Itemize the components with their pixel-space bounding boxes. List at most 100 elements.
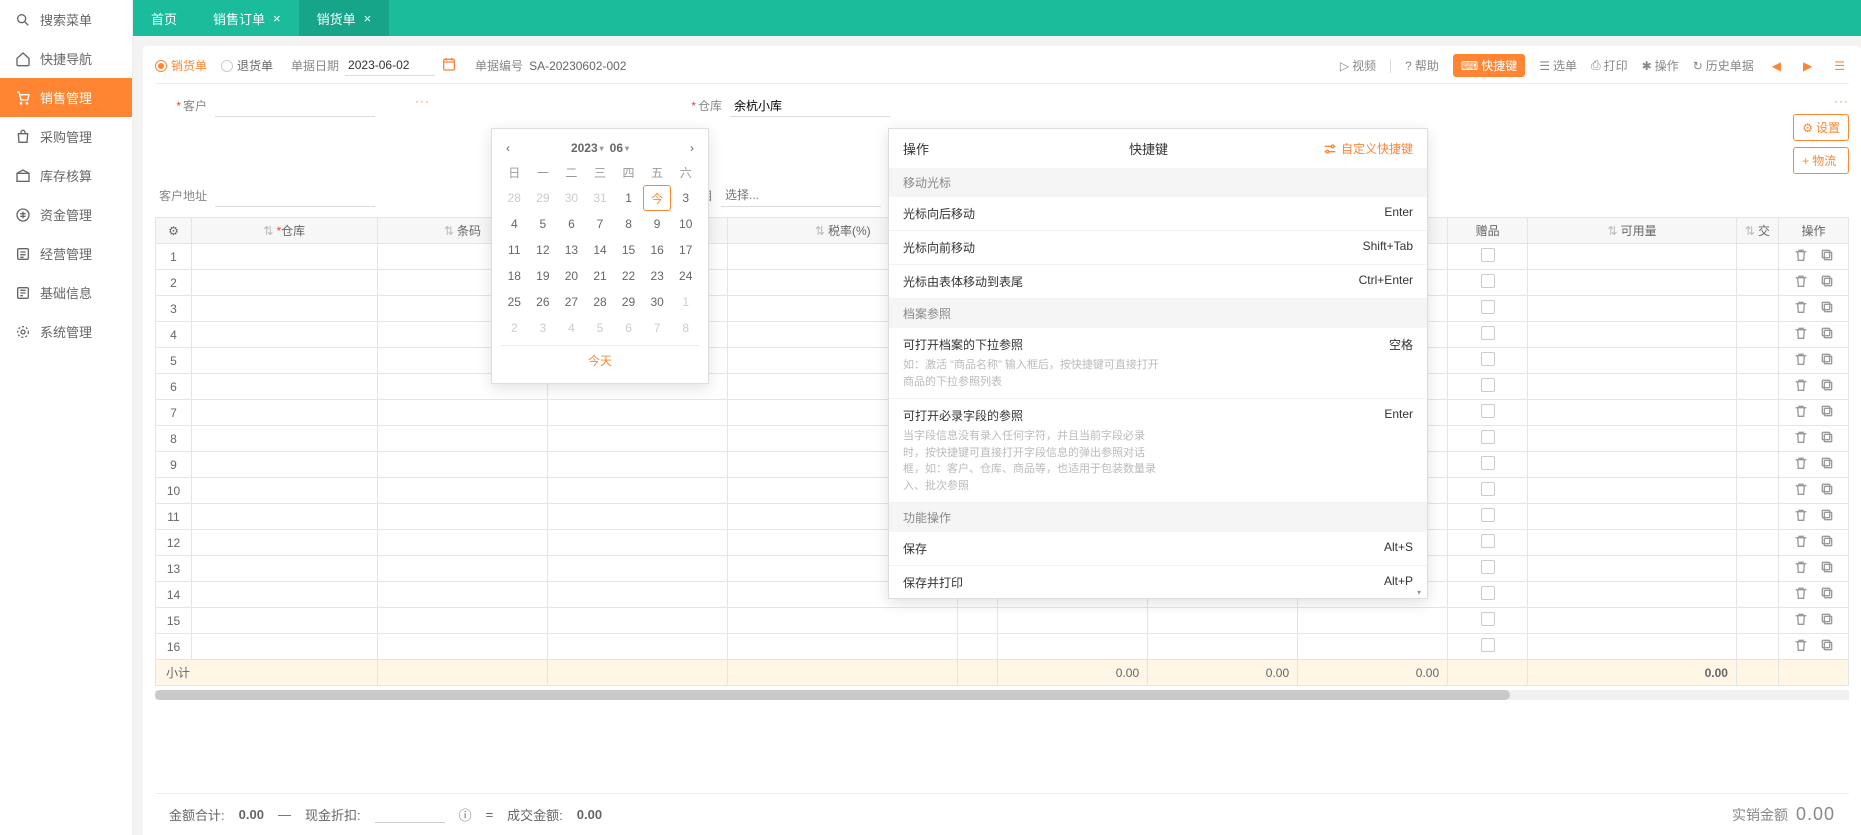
gift-checkbox[interactable]: [1481, 300, 1495, 314]
prev-button[interactable]: ◀: [1768, 59, 1785, 73]
delete-icon[interactable]: [1793, 325, 1809, 344]
cal-day[interactable]: 7: [643, 315, 672, 341]
cal-day[interactable]: 5: [586, 315, 615, 341]
copy-icon[interactable]: [1819, 585, 1835, 604]
cal-month-select[interactable]: 06: [610, 141, 629, 155]
project-input[interactable]: [721, 184, 881, 207]
gift-checkbox[interactable]: [1481, 248, 1495, 262]
delete-icon[interactable]: [1793, 611, 1809, 630]
delete-icon[interactable]: [1793, 559, 1809, 578]
shortcut-button[interactable]: ⌨快捷键: [1453, 54, 1525, 77]
cal-day[interactable]: 20: [557, 263, 586, 289]
operate-button[interactable]: ✱操作: [1642, 57, 1679, 74]
tab-sales-doc[interactable]: 销货单×: [299, 0, 390, 36]
table-row[interactable]: 15: [156, 608, 1849, 634]
copy-icon[interactable]: [1819, 559, 1835, 578]
copy-icon[interactable]: [1819, 273, 1835, 292]
cal-today-button[interactable]: 今天: [500, 345, 700, 375]
delete-icon[interactable]: [1793, 429, 1809, 448]
tab-home[interactable]: 首页: [133, 0, 195, 36]
question-icon[interactable]: ⓘ: [459, 805, 472, 824]
copy-icon[interactable]: [1819, 299, 1835, 318]
delete-icon[interactable]: [1793, 377, 1809, 396]
doc-date-input[interactable]: [345, 55, 435, 76]
delete-icon[interactable]: [1793, 507, 1809, 526]
cal-day[interactable]: 23: [643, 263, 672, 289]
cal-day[interactable]: 9: [643, 211, 672, 237]
delete-icon[interactable]: [1793, 481, 1809, 500]
cal-day[interactable]: 12: [529, 237, 558, 263]
col-gift[interactable]: 赠品: [1448, 218, 1528, 244]
more-icon[interactable]: ···: [1834, 94, 1849, 108]
gift-checkbox[interactable]: [1481, 482, 1495, 496]
delete-icon[interactable]: [1793, 455, 1809, 474]
gift-checkbox[interactable]: [1481, 430, 1495, 444]
gift-checkbox[interactable]: [1481, 326, 1495, 340]
cash-discount-input[interactable]: [375, 807, 445, 823]
delete-icon[interactable]: [1793, 637, 1809, 656]
cal-day[interactable]: 25: [500, 289, 529, 315]
col-gear[interactable]: ⚙: [156, 218, 192, 244]
copy-icon[interactable]: [1819, 481, 1835, 500]
delete-icon[interactable]: [1793, 273, 1809, 292]
h-scrollbar[interactable]: [155, 690, 1849, 700]
cal-day[interactable]: 6: [614, 315, 643, 341]
sidebar-item-fund[interactable]: 资金管理: [0, 195, 132, 234]
copy-icon[interactable]: [1819, 325, 1835, 344]
cal-day[interactable]: 4: [557, 315, 586, 341]
customer-addr-input[interactable]: [215, 184, 375, 207]
cal-day[interactable]: 15: [614, 237, 643, 263]
cal-day[interactable]: 10: [671, 211, 700, 237]
gift-checkbox[interactable]: [1481, 612, 1495, 626]
cal-day[interactable]: 21: [586, 263, 615, 289]
menu-button[interactable]: ☰: [1830, 59, 1849, 73]
cal-day[interactable]: 29: [614, 289, 643, 315]
gift-checkbox[interactable]: [1481, 560, 1495, 574]
cal-day[interactable]: 4: [500, 211, 529, 237]
cal-day[interactable]: 31: [586, 185, 615, 211]
delete-icon[interactable]: [1793, 247, 1809, 266]
print-button[interactable]: ⎙打印: [1591, 57, 1628, 74]
delete-icon[interactable]: [1793, 533, 1809, 552]
close-icon[interactable]: ×: [364, 11, 372, 26]
select-button[interactable]: ☰选单: [1539, 57, 1577, 74]
customer-input[interactable]: [215, 94, 375, 117]
gift-checkbox[interactable]: [1481, 352, 1495, 366]
radio-return[interactable]: 退货单: [221, 57, 273, 74]
cal-day[interactable]: 13: [557, 237, 586, 263]
more-icon[interactable]: ···: [415, 94, 430, 108]
close-icon[interactable]: ×: [273, 11, 281, 26]
sidebar-item-quicknav[interactable]: 快捷导航: [0, 39, 132, 78]
gift-checkbox[interactable]: [1481, 404, 1495, 418]
logistics-button[interactable]: +物流: [1793, 147, 1849, 174]
col-operate[interactable]: 操作: [1779, 218, 1849, 244]
copy-icon[interactable]: [1819, 403, 1835, 422]
copy-icon[interactable]: [1819, 377, 1835, 396]
help-button[interactable]: ?帮助: [1405, 57, 1439, 74]
copy-icon[interactable]: [1819, 455, 1835, 474]
gift-checkbox[interactable]: [1481, 638, 1495, 652]
sidebar-item-system[interactable]: 系统管理: [0, 312, 132, 351]
cal-day[interactable]: 6: [557, 211, 586, 237]
cal-day[interactable]: 1: [614, 185, 643, 211]
sidebar-item-ops[interactable]: 经营管理: [0, 234, 132, 273]
cal-day[interactable]: 今: [643, 185, 672, 211]
sidebar-item-purchase[interactable]: 采购管理: [0, 117, 132, 156]
warehouse-input[interactable]: [730, 94, 890, 117]
cal-day[interactable]: 24: [671, 263, 700, 289]
delete-icon[interactable]: [1793, 351, 1809, 370]
delete-icon[interactable]: [1793, 585, 1809, 604]
history-button[interactable]: ↻历史单据: [1693, 57, 1754, 74]
table-row[interactable]: 16: [156, 634, 1849, 660]
scroll-down-icon[interactable]: [1417, 584, 1425, 594]
sidebar-item-stock[interactable]: 库存核算: [0, 156, 132, 195]
cal-day[interactable]: 14: [586, 237, 615, 263]
sidebar-item-sales[interactable]: 销售管理: [0, 78, 132, 117]
cal-next-button[interactable]: ›: [690, 141, 694, 155]
gift-checkbox[interactable]: [1481, 508, 1495, 522]
cal-day[interactable]: 30: [557, 185, 586, 211]
copy-icon[interactable]: [1819, 507, 1835, 526]
delete-icon[interactable]: [1793, 403, 1809, 422]
custom-shortcut-button[interactable]: 自定义快捷键: [1322, 140, 1413, 157]
settings-button[interactable]: ⚙设置: [1793, 114, 1849, 141]
